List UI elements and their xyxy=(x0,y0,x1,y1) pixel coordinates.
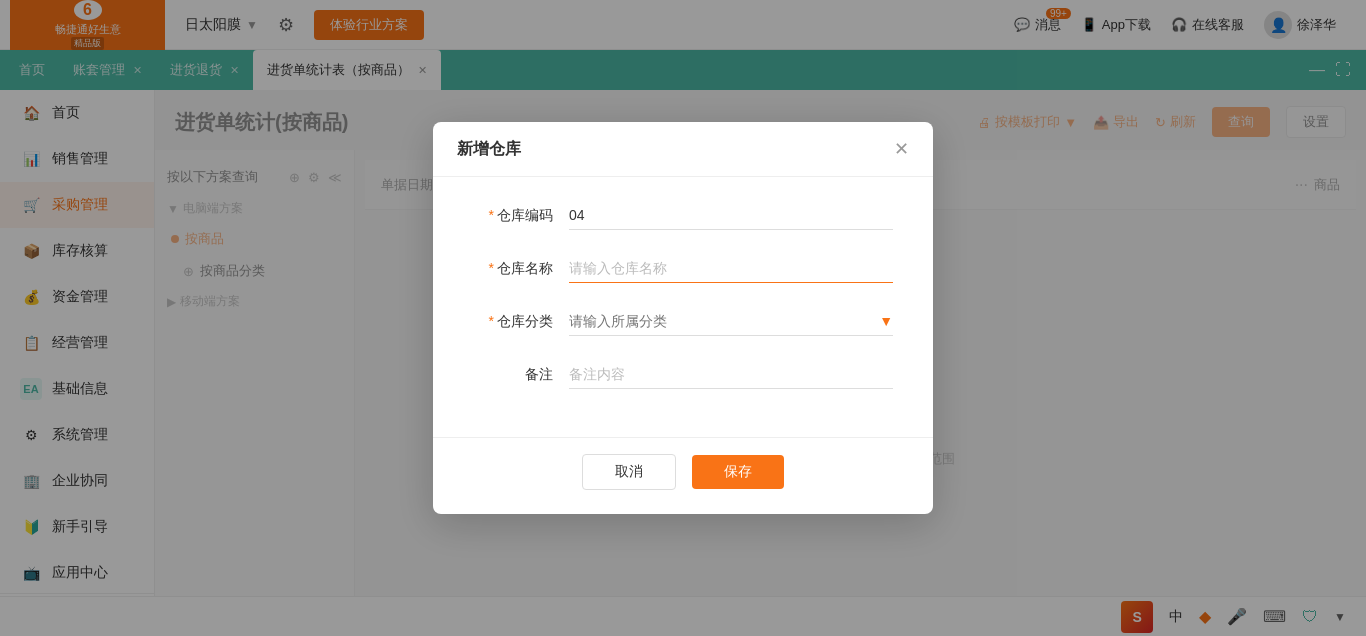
category-select-row[interactable]: ▼ xyxy=(569,307,893,336)
dialog-header: 新增仓库 ✕ xyxy=(433,122,933,177)
name-label: 仓库名称 xyxy=(473,260,553,278)
name-input[interactable] xyxy=(569,254,893,283)
remark-label: 备注 xyxy=(473,366,553,384)
dialog-title: 新增仓库 xyxy=(457,139,521,160)
form-row-category: 仓库分类 ▼ xyxy=(473,307,893,336)
category-label: 仓库分类 xyxy=(473,313,553,331)
code-input[interactable] xyxy=(569,201,893,230)
dialog-footer: 取消 保存 xyxy=(433,437,933,514)
modal-overlay[interactable]: 新增仓库 ✕ 仓库编码 仓库名称 仓库分类 ▼ xyxy=(0,0,1366,636)
form-row-name: 仓库名称 xyxy=(473,254,893,283)
form-row-code: 仓库编码 xyxy=(473,201,893,230)
save-button[interactable]: 保存 xyxy=(692,455,784,489)
cancel-button[interactable]: 取消 xyxy=(582,454,676,490)
add-warehouse-dialog: 新增仓库 ✕ 仓库编码 仓库名称 仓库分类 ▼ xyxy=(433,122,933,514)
code-label: 仓库编码 xyxy=(473,207,553,225)
dialog-body: 仓库编码 仓库名称 仓库分类 ▼ 备注 xyxy=(433,177,933,437)
category-input[interactable] xyxy=(569,313,879,329)
category-arrow-icon: ▼ xyxy=(879,313,893,329)
dialog-close-button[interactable]: ✕ xyxy=(894,138,909,160)
form-row-remark: 备注 xyxy=(473,360,893,389)
remark-input[interactable] xyxy=(569,360,893,389)
